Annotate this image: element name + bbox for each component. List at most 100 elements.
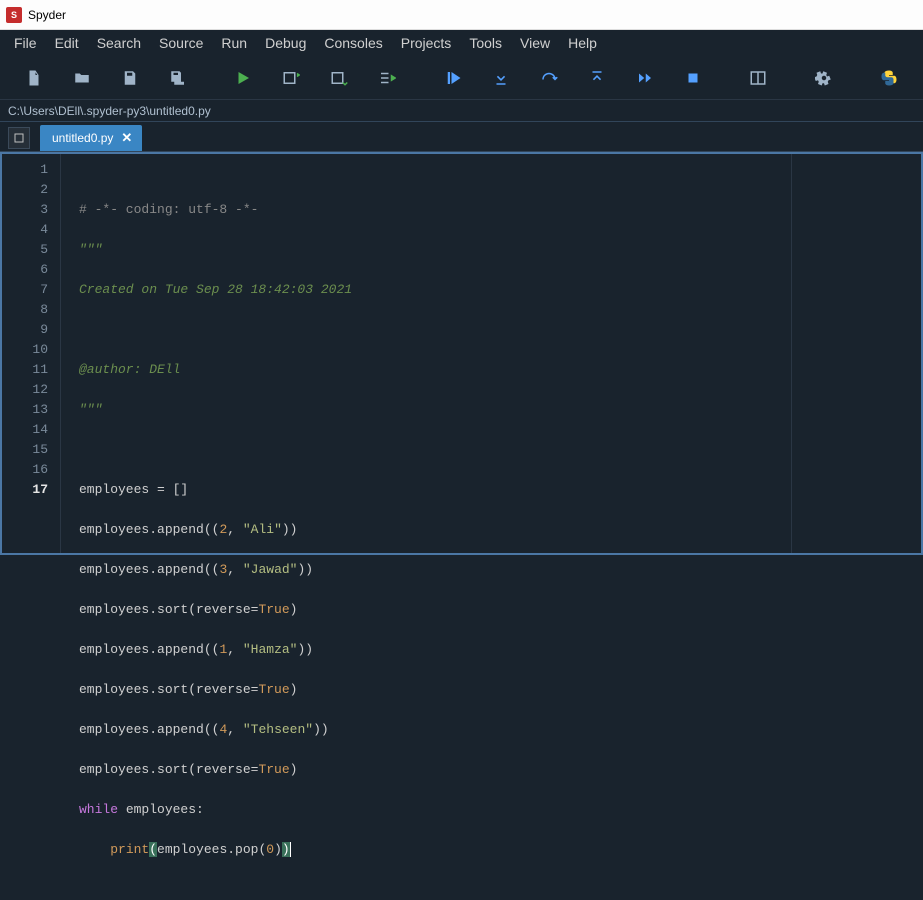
code-text: ))	[297, 642, 313, 657]
debug-skip-icon[interactable]	[636, 67, 654, 89]
menu-file[interactable]: File	[6, 32, 45, 54]
code-text: employees.append((	[79, 722, 219, 737]
code-text: employees.sort(reverse	[79, 762, 251, 777]
code-text: ,	[227, 722, 243, 737]
menu-view[interactable]: View	[512, 32, 558, 54]
line-number: 4	[2, 220, 48, 240]
code-text: True	[258, 762, 289, 777]
menu-projects[interactable]: Projects	[393, 32, 460, 54]
code-text: ,	[227, 562, 243, 577]
debug-stop-icon[interactable]	[684, 67, 702, 89]
code-text: Created on Tue Sep 28 18:42:03 2021	[79, 282, 352, 297]
tab-untitled0[interactable]: untitled0.py ✕	[40, 125, 142, 151]
debug-step-over-icon[interactable]	[540, 67, 558, 89]
open-file-icon[interactable]	[73, 67, 91, 89]
menu-consoles[interactable]: Consoles	[316, 32, 390, 54]
menu-debug[interactable]: Debug	[257, 32, 314, 54]
code-text: print	[110, 842, 149, 857]
new-file-icon[interactable]	[25, 67, 43, 89]
editor-tabs: untitled0.py ✕	[0, 122, 923, 152]
code-text: while	[79, 802, 118, 817]
save-icon[interactable]	[121, 67, 139, 89]
line-number: 11	[2, 360, 48, 380]
spyder-logo-icon: S	[6, 7, 22, 23]
debug-step-into-icon[interactable]	[492, 67, 510, 89]
toolbar	[0, 56, 923, 100]
save-all-icon[interactable]	[169, 67, 187, 89]
code-text: """	[79, 242, 102, 257]
code-text: []	[165, 482, 188, 497]
gutter: 1 2 3 4 5 6 7 8 9 10 11 12 13 14 15 16 1…	[2, 154, 60, 553]
line-number: 15	[2, 440, 48, 460]
code-text: employees.append((	[79, 562, 219, 577]
debug-step-out-icon[interactable]	[588, 67, 606, 89]
titlebar: S Spyder	[0, 0, 923, 30]
ruler-line	[791, 154, 792, 553]
maximize-pane-icon[interactable]	[749, 67, 767, 89]
code-text: =	[157, 482, 165, 497]
code-text: )	[290, 602, 298, 617]
run-selection-icon[interactable]	[378, 67, 396, 89]
menu-search[interactable]: Search	[89, 32, 149, 54]
code-text: employees.append((	[79, 522, 219, 537]
code-text: (	[149, 842, 157, 857]
line-number-current: 17	[2, 480, 48, 500]
code-text: )	[282, 842, 290, 857]
run-cell-next-icon[interactable]	[330, 67, 348, 89]
code-text: True	[258, 602, 289, 617]
code-text: "Tehseen"	[243, 722, 313, 737]
code-text: ))	[282, 522, 298, 537]
code-text	[79, 842, 110, 857]
browse-tabs-icon[interactable]	[8, 127, 30, 149]
run-cell-icon[interactable]	[282, 67, 300, 89]
code-text: employees.sort(reverse	[79, 602, 251, 617]
code-area[interactable]: # -*- coding: utf-8 -*- """ Created on T…	[60, 154, 921, 553]
code-text: employees.sort(reverse	[79, 682, 251, 697]
code-text: )	[290, 762, 298, 777]
close-tab-icon[interactable]: ✕	[121, 130, 132, 146]
code-text: True	[258, 682, 289, 697]
run-icon[interactable]	[234, 67, 252, 89]
code-text: 3	[219, 562, 227, 577]
line-number: 6	[2, 260, 48, 280]
text-cursor	[290, 842, 291, 857]
line-number: 5	[2, 240, 48, 260]
python-path-icon[interactable]	[880, 67, 898, 89]
menu-run[interactable]: Run	[213, 32, 255, 54]
code-text: "Hamza"	[243, 642, 298, 657]
code-editor[interactable]: 1 2 3 4 5 6 7 8 9 10 11 12 13 14 15 16 1…	[0, 152, 923, 555]
debug-continue-icon[interactable]	[444, 67, 462, 89]
code-text: )	[274, 842, 282, 857]
code-text: employees.append((	[79, 642, 219, 657]
code-text: employees.pop(	[157, 842, 266, 857]
menu-edit[interactable]: Edit	[47, 32, 87, 54]
menu-help[interactable]: Help	[560, 32, 605, 54]
code-text: 1	[219, 642, 227, 657]
code-text: ))	[297, 562, 313, 577]
line-number: 7	[2, 280, 48, 300]
code-text: "Ali"	[243, 522, 282, 537]
line-number: 13	[2, 400, 48, 420]
code-text: # -*- coding: utf-8 -*-	[79, 202, 258, 217]
code-text: ,	[227, 522, 243, 537]
line-number: 8	[2, 300, 48, 320]
code-text: =	[251, 602, 259, 617]
code-text: =	[251, 762, 259, 777]
preferences-icon[interactable]	[815, 67, 833, 89]
code-text: employees	[79, 482, 157, 497]
file-path-bar: C:\Users\DEll\.spyder-py3\untitled0.py	[0, 100, 923, 122]
line-number: 16	[2, 460, 48, 480]
code-text: "Jawad"	[243, 562, 298, 577]
code-text: 4	[219, 722, 227, 737]
line-number: 12	[2, 380, 48, 400]
code-text: ,	[227, 642, 243, 657]
code-text: )	[290, 682, 298, 697]
window-title: Spyder	[28, 8, 66, 22]
menubar: File Edit Search Source Run Debug Consol…	[0, 30, 923, 56]
code-text: employees:	[118, 802, 204, 817]
menu-source[interactable]: Source	[151, 32, 211, 54]
line-number: 10	[2, 340, 48, 360]
code-text: =	[251, 682, 259, 697]
menu-tools[interactable]: Tools	[461, 32, 510, 54]
code-text: @author: DEll	[79, 362, 180, 377]
